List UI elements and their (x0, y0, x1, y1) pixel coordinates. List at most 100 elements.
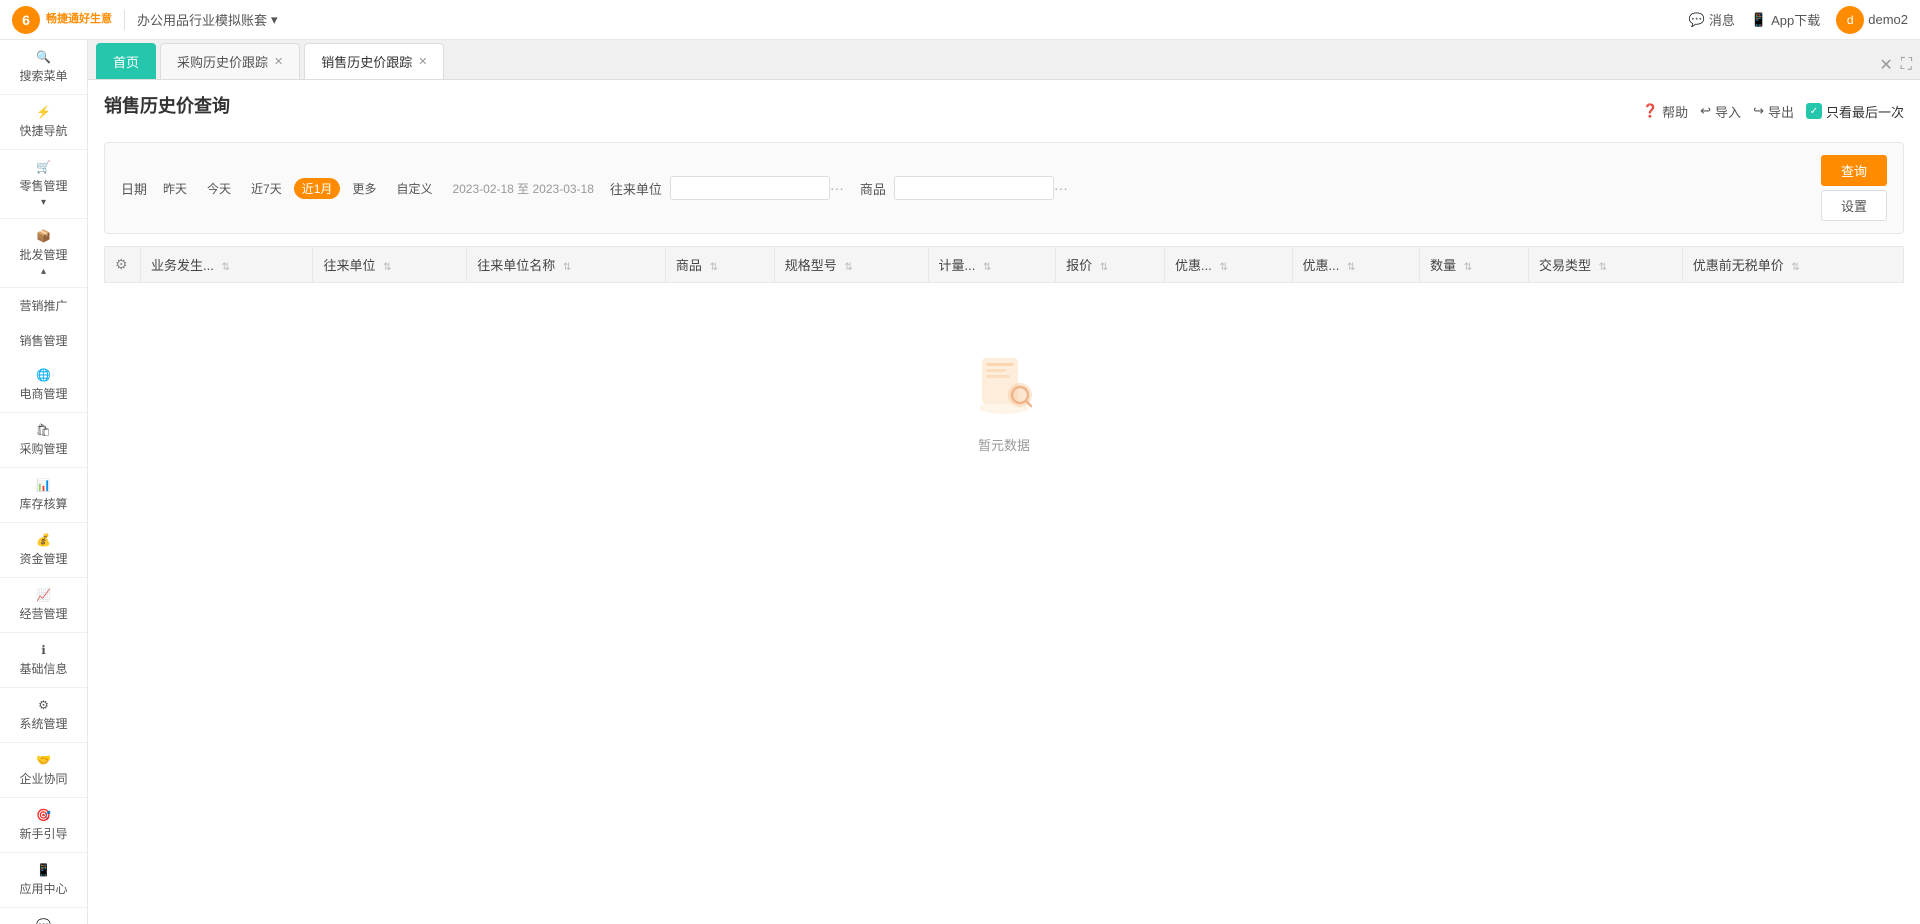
sidebar-item-operations[interactable]: 📈 经营管理 (0, 578, 87, 633)
date-chip-last7[interactable]: 近7天 (243, 178, 290, 199)
col-partner-code-sort: ⇅ (383, 262, 391, 273)
col-discount2[interactable]: 优惠... ⇅ (1292, 247, 1420, 283)
col-pre-tax[interactable]: 优惠前无税单价 ⇅ (1682, 247, 1903, 283)
col-settings[interactable]: ⚙ (105, 247, 141, 283)
settings-button[interactable]: 设置 (1821, 190, 1887, 221)
col-partner-name-sort: ⇅ (563, 262, 571, 273)
sidebar-item-quick-nav[interactable]: ⚡ 快捷导航 (0, 95, 87, 150)
purchase-icon: 🛍 (36, 423, 51, 437)
help-button[interactable]: ❓ 帮助 (1642, 102, 1688, 121)
tab-home[interactable]: 首页 (96, 43, 156, 79)
export-button[interactable]: ↪ 导出 (1753, 102, 1794, 121)
sidebar-item-purchase[interactable]: 🛍 采购管理 (0, 413, 87, 468)
tab-sales-close[interactable]: ✕ (418, 55, 427, 68)
logo-area[interactable]: 6 畅捷通好生意 (12, 6, 112, 34)
marketing-label: 营销推广 (19, 297, 67, 314)
sidebar-label-wholesale: 批发管理 (19, 246, 67, 263)
col-trade-type-sort: ⇅ (1599, 262, 1607, 273)
col-goods[interactable]: 商品 ⇅ (665, 247, 774, 283)
table-container: ⚙ 业务发生... ⇅ 往来单位 ⇅ 往来单位名称 (104, 246, 1904, 514)
sidebar-item-inventory[interactable]: 📊 库存核算 (0, 468, 87, 523)
date-chip-more[interactable]: 更多 (344, 178, 384, 199)
goods-dots-button[interactable]: ··· (1054, 180, 1068, 196)
only-last-checkbox: ✓ (1806, 103, 1822, 119)
sidebar-item-sales-mgmt[interactable]: 销售管理 (0, 323, 87, 358)
col-qty-sort: ⇅ (1464, 262, 1472, 273)
sidebar-item-basic-info[interactable]: ℹ 基础信息 (0, 633, 87, 688)
col-partner-name[interactable]: 往来单位名称 ⇅ (467, 247, 666, 283)
sidebar-item-marketing[interactable]: 营销推广 (0, 288, 87, 323)
date-filter-group: 日期 昨天 今天 近7天 近1月 更多 自定义 2023-02-18 至 202… (121, 178, 594, 199)
date-filter-label: 日期 (121, 179, 147, 198)
message-button[interactable]: 💬 消息 (1689, 10, 1735, 29)
sidebar-label-search-menu: 搜索菜单 (19, 67, 67, 84)
tab-home-label: 首页 (113, 52, 139, 71)
tab-purchase-close[interactable]: ✕ (274, 55, 283, 68)
date-chip-yesterday[interactable]: 昨天 (155, 178, 195, 199)
col-spec-label: 规格型号 (785, 258, 837, 273)
col-discount1[interactable]: 优惠... ⇅ (1164, 247, 1292, 283)
tab-purchase-history[interactable]: 采购历史价跟踪 ✕ (160, 43, 300, 79)
date-chip-custom[interactable]: 自定义 (388, 178, 440, 199)
top-bar: 6 畅捷通好生意 办公用品行业模拟账套 ▾ 💬 消息 📱 App下载 d dem… (0, 0, 1920, 40)
sidebar-item-wechat[interactable]: 💬 企业微信 (0, 908, 87, 924)
import-button[interactable]: ↩ 导入 (1700, 102, 1741, 121)
sidebar-item-guide[interactable]: 🎯 新手引导 (0, 798, 87, 853)
col-qty[interactable]: 数量 ⇅ (1420, 247, 1529, 283)
app-selector[interactable]: 办公用品行业模拟账套 ▾ (137, 10, 278, 29)
date-chip-last1m[interactable]: 近1月 (294, 178, 341, 199)
toolbar-right: ❓ 帮助 ↩ 导入 ↪ 导出 ✓ 只看最后一次 (1642, 102, 1904, 121)
import-label: 导入 (1715, 102, 1741, 121)
logo-text: 畅捷通好生意 (46, 12, 112, 26)
sidebar-item-wholesale[interactable]: 📦 批发管理 ▴ (0, 219, 87, 288)
col-unit[interactable]: 计量... ⇅ (928, 247, 1056, 283)
import-icon: ↩ (1700, 103, 1711, 119)
download-icon: 📱 (1751, 12, 1767, 28)
sidebar-item-finance[interactable]: 💰 资金管理 (0, 523, 87, 578)
main-layout: 🔍 搜索菜单 ⚡ 快捷导航 🛒 零售管理 ▾ 📦 批发管理 ▴ 营销推广 销售管… (0, 40, 1920, 924)
help-label: 帮助 (1662, 102, 1688, 121)
col-spec-sort: ⇅ (844, 262, 852, 273)
settings-gear-icon[interactable]: ⚙ (115, 256, 128, 272)
only-last-checkbox-group[interactable]: ✓ 只看最后一次 (1806, 102, 1904, 121)
app-name: 办公用品行业模拟账套 (137, 10, 267, 29)
wholesale-arrow: ▴ (41, 266, 46, 277)
col-biz-date[interactable]: 业务发生... ⇅ (141, 247, 313, 283)
sidebar-label-guide: 新手引导 (19, 825, 67, 842)
col-pre-tax-sort: ⇅ (1791, 262, 1799, 273)
tab-sales-history[interactable]: 销售历史价跟踪 ✕ (304, 43, 444, 79)
col-partner-code[interactable]: 往来单位 ⇅ (313, 247, 467, 283)
col-quote[interactable]: 报价 ⇅ (1056, 247, 1165, 283)
goods-input[interactable] (894, 176, 1054, 200)
page-title: 销售历史价查询 (104, 92, 230, 118)
col-spec[interactable]: 规格型号 ⇅ (774, 247, 928, 283)
app-download-button[interactable]: 📱 App下载 (1751, 10, 1820, 29)
col-pre-tax-label: 优惠前无税单价 (1693, 258, 1784, 273)
col-trade-type[interactable]: 交易类型 ⇅ (1528, 247, 1682, 283)
col-goods-sort: ⇅ (710, 262, 718, 273)
date-chip-today[interactable]: 今天 (199, 178, 239, 199)
partner-dots-button[interactable]: ··· (830, 180, 844, 196)
sidebar-item-system[interactable]: ⚙ 系统管理 (0, 688, 87, 743)
sidebar-item-search-menu[interactable]: 🔍 搜索菜单 (0, 40, 87, 95)
query-button[interactable]: 查询 (1821, 155, 1887, 186)
sidebar-label-app-center: 应用中心 (19, 880, 67, 897)
tab-close-all-button[interactable]: ✕ (1879, 55, 1892, 75)
cooperation-icon: 🤝 (36, 753, 51, 767)
logo-letter: 6 (22, 12, 30, 28)
sidebar-item-cooperation[interactable]: 🤝 企业协同 (0, 743, 87, 798)
page-content: 销售历史价查询 ❓ 帮助 ↩ 导入 ↪ 导出 ✓ (88, 80, 1920, 924)
user-info[interactable]: d demo2 (1836, 6, 1908, 34)
filter-actions: 查询 设置 (1821, 155, 1887, 221)
empty-text: 暂元数据 (978, 435, 1030, 454)
guide-icon: 🎯 (36, 808, 51, 822)
sidebar-item-retail[interactable]: 🛒 零售管理 ▾ (0, 150, 87, 219)
col-quote-label: 报价 (1066, 258, 1092, 273)
tab-bar-actions: ✕ ⛶ (1879, 55, 1912, 79)
col-qty-label: 数量 (1430, 258, 1456, 273)
sidebar-item-app-center[interactable]: 📱 应用中心 (0, 853, 87, 908)
sidebar-item-ecommerce[interactable]: 🌐 电商管理 (0, 358, 87, 413)
date-range-display: 2023-02-18 至 2023-03-18 (452, 180, 593, 197)
partner-input[interactable] (670, 176, 830, 200)
tab-maximize-button[interactable]: ⛶ (1901, 56, 1912, 74)
